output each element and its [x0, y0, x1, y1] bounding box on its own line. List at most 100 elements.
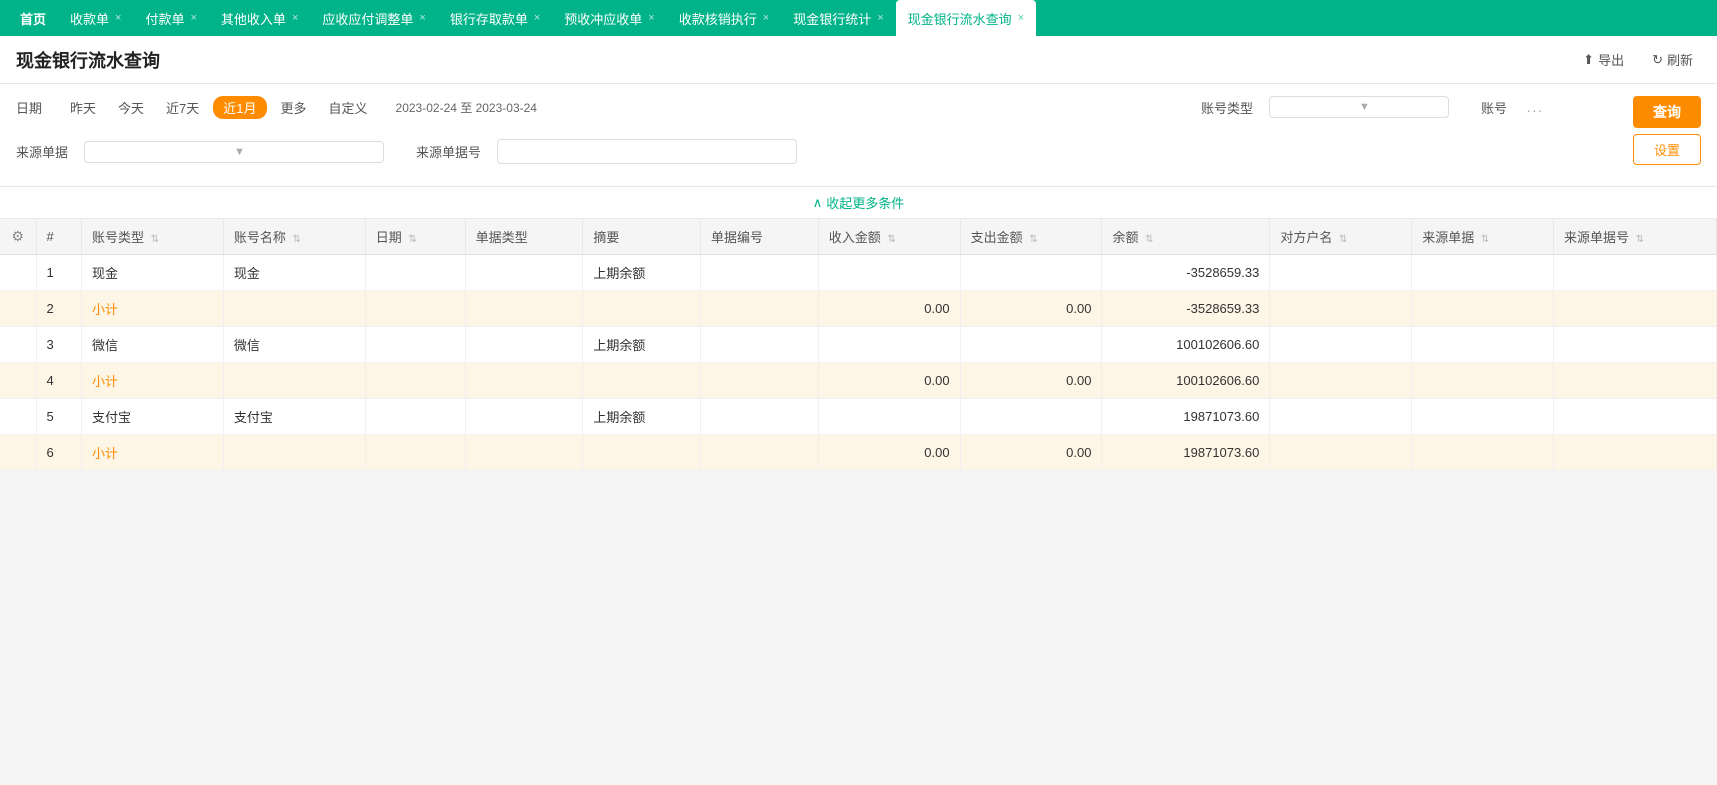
cell-index: 5	[36, 399, 82, 435]
date-opt-today[interactable]: 今天	[110, 96, 152, 119]
cell-index: 1	[36, 255, 82, 291]
cell-summary	[583, 291, 701, 327]
date-label: 日期	[16, 98, 46, 117]
close-icon[interactable]: ×	[1018, 12, 1024, 24]
close-icon[interactable]: ×	[877, 12, 883, 24]
date-opt-yesterday[interactable]: 昨天	[62, 96, 104, 119]
account-type-label: 账号类型	[1201, 98, 1253, 117]
nav-item-receipt[interactable]: 收款单 ×	[58, 0, 133, 36]
nav-item-bank-deposit[interactable]: 银行存取款单 ×	[438, 0, 552, 36]
sort-icon: ⇅	[408, 234, 416, 245]
column-date[interactable]: 日期 ⇅	[365, 219, 465, 255]
cell-balance: 100102606.60	[1102, 327, 1270, 363]
cell-index: 2	[36, 291, 82, 327]
nav-item-other-income[interactable]: 其他收入单 ×	[209, 0, 310, 36]
sort-icon: ⇅	[1481, 234, 1489, 245]
cell-date	[365, 255, 465, 291]
date-opt-custom[interactable]: 自定义	[321, 96, 376, 119]
cell-source-doc	[1412, 291, 1554, 327]
cell-expense: 0.00	[960, 291, 1102, 327]
top-nav: 首页 收款单 × 付款单 × 其他收入单 × 应收应付调整单 × 银行存取款单 …	[0, 0, 1717, 36]
account-dots[interactable]: ...	[1527, 100, 1544, 115]
chevron-down-icon: ▼	[234, 146, 375, 158]
cell-income: 0.00	[818, 363, 960, 399]
column-account-type[interactable]: 账号类型 ⇅	[82, 219, 224, 255]
cell-counterpart	[1270, 291, 1412, 327]
nav-item-advance[interactable]: 预收冲应收单 ×	[552, 0, 666, 36]
date-opt-more[interactable]: 更多	[273, 96, 315, 119]
close-icon[interactable]: ×	[115, 12, 121, 24]
column-doc-no: 单据编号	[701, 219, 819, 255]
sort-icon: ⇅	[1339, 234, 1347, 245]
column-source-doc-no[interactable]: 来源单据号 ⇅	[1554, 219, 1717, 255]
cell-doc-no	[701, 255, 819, 291]
cell-counterpart	[1270, 399, 1412, 435]
cell-doc-no	[701, 435, 819, 471]
settings-button[interactable]: 设置	[1633, 134, 1701, 165]
close-icon[interactable]: ×	[292, 12, 298, 24]
cell-summary: 上期余额	[583, 399, 701, 435]
account-type-select[interactable]: ▼	[1269, 96, 1449, 118]
nav-item-home[interactable]: 首页	[8, 0, 58, 36]
cell-account-name: 支付宝	[223, 399, 365, 435]
close-icon[interactable]: ×	[534, 12, 540, 24]
nav-item-payment[interactable]: 付款单 ×	[133, 0, 208, 36]
cell-gear	[0, 255, 36, 291]
nav-item-verification[interactable]: 收款核销执行 ×	[667, 0, 781, 36]
cell-date	[365, 435, 465, 471]
close-icon[interactable]: ×	[763, 12, 769, 24]
column-gear[interactable]: ⚙	[0, 219, 36, 255]
cell-index: 6	[36, 435, 82, 471]
close-icon[interactable]: ×	[648, 12, 654, 24]
close-icon[interactable]: ×	[190, 12, 196, 24]
cell-income: 0.00	[818, 291, 960, 327]
sort-icon: ⇅	[292, 234, 300, 245]
column-balance[interactable]: 余额 ⇅	[1102, 219, 1270, 255]
cell-index: 3	[36, 327, 82, 363]
refresh-button[interactable]: ↻ 刷新	[1644, 46, 1701, 73]
date-range: 2023-02-24 至 2023-03-24	[396, 99, 537, 116]
cell-doc-type	[465, 399, 583, 435]
cell-source-doc-no	[1554, 435, 1717, 471]
sort-icon: ⇅	[1145, 234, 1153, 245]
column-counterpart[interactable]: 对方户名 ⇅	[1270, 219, 1412, 255]
column-income[interactable]: 收入金额 ⇅	[818, 219, 960, 255]
query-button[interactable]: 查询	[1633, 96, 1701, 128]
table-row: 2 小计 0.00 0.00 -3528659.33	[0, 291, 1717, 327]
cell-account-name	[223, 363, 365, 399]
collapse-bar[interactable]: ∧ 收起更多条件	[0, 187, 1717, 219]
cell-income: 0.00	[818, 435, 960, 471]
nav-item-cash-flow[interactable]: 现金银行流水查询 ×	[896, 0, 1036, 36]
action-buttons: 查询 设置	[1633, 96, 1701, 165]
cell-account-type: 小计	[82, 435, 224, 471]
date-opt-1month[interactable]: 近1月	[213, 96, 266, 119]
table-row: 5 支付宝 支付宝 上期余额 19871073.60	[0, 399, 1717, 435]
export-button[interactable]: ⬆ 导出	[1575, 46, 1632, 73]
sort-icon: ⇅	[1029, 234, 1037, 245]
cell-source-doc	[1412, 363, 1554, 399]
source-doc-no-input[interactable]	[506, 144, 788, 159]
close-icon[interactable]: ×	[419, 12, 425, 24]
cell-summary: 上期余额	[583, 255, 701, 291]
cell-doc-type	[465, 435, 583, 471]
cell-doc-type	[465, 327, 583, 363]
cell-source-doc	[1412, 327, 1554, 363]
source-doc-label: 来源单据	[16, 142, 68, 161]
source-doc-select[interactable]: ▼	[84, 141, 384, 163]
cell-balance: -3528659.33	[1102, 291, 1270, 327]
source-doc-no-input-wrap	[497, 139, 797, 164]
column-account-name[interactable]: 账号名称 ⇅	[223, 219, 365, 255]
cell-date	[365, 327, 465, 363]
cell-date	[365, 291, 465, 327]
gear-icon[interactable]: ⚙	[11, 228, 24, 244]
column-expense[interactable]: 支出金额 ⇅	[960, 219, 1102, 255]
account-label: 账号	[1481, 98, 1511, 117]
nav-item-adjustment[interactable]: 应收应付调整单 ×	[310, 0, 437, 36]
cell-expense: 0.00	[960, 435, 1102, 471]
account-type-filter-row: 账号类型 ▼ 账号 ...	[1201, 96, 1601, 118]
page-title: 现金银行流水查询	[16, 47, 160, 73]
nav-item-cash-stats[interactable]: 现金银行统计 ×	[781, 0, 895, 36]
filter-area: 日期 昨天 今天 近7天 近1月 更多 自定义 2023-02-24 至 202…	[0, 84, 1717, 187]
date-opt-7days[interactable]: 近7天	[158, 96, 207, 119]
column-source-doc[interactable]: 来源单据 ⇅	[1412, 219, 1554, 255]
